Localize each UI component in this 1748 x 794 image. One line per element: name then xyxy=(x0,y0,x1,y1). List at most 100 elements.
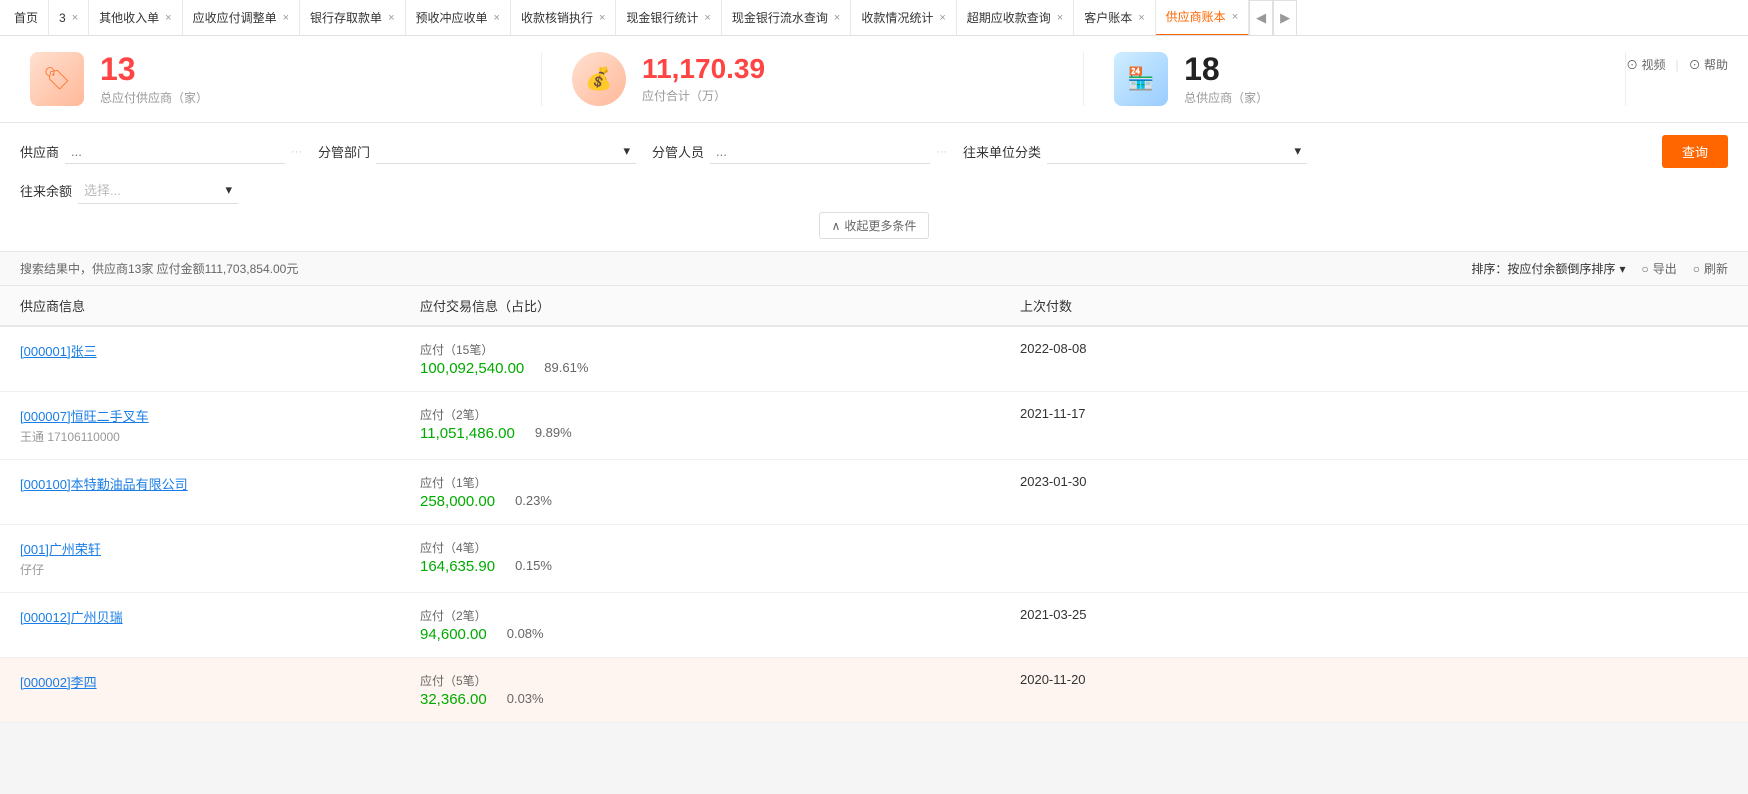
filter-row-2: 往来余额 选择... ▾ xyxy=(20,176,1728,204)
last-pay-date: 2023-01-30 xyxy=(1020,474,1087,489)
supplier-link[interactable]: [000002]李四 xyxy=(20,675,97,690)
person-label: 分管人员 xyxy=(652,142,704,161)
video-action[interactable]: ⊙ 视频 xyxy=(1626,56,1665,73)
nav-tab-cash-bank-stats[interactable]: 现金银行统计 × xyxy=(616,0,721,36)
tx-amount[interactable]: 94,600.00 xyxy=(420,626,487,643)
supplier-link[interactable]: [000001]张三 xyxy=(20,344,97,359)
table-row: [000012]广州贝瑞 应付（2笔） 94,600.00 0.08% 2021… xyxy=(0,593,1748,658)
last-pay-cell: 2023-01-30 xyxy=(1020,474,1728,489)
close-icon[interactable]: × xyxy=(834,12,840,24)
close-icon[interactable]: × xyxy=(165,12,171,24)
last-pay-date: 2021-11-17 xyxy=(1020,406,1086,421)
supplier-cell: [000002]李四 xyxy=(20,672,420,694)
tx-amount[interactable]: 164,635.90 xyxy=(420,558,495,575)
nav-tab-receipt[interactable]: 收款核销执行 × xyxy=(511,0,616,36)
close-icon[interactable]: × xyxy=(599,12,605,24)
tx-percent: 9.89% xyxy=(535,425,572,442)
supplier-input[interactable] xyxy=(65,140,285,164)
close-icon[interactable]: × xyxy=(72,12,78,24)
tx-amount[interactable]: 32,366.00 xyxy=(420,691,487,708)
nav-tab-overdue[interactable]: 超期应收款查询 × xyxy=(957,0,1074,36)
nav-tab-customer-ledger[interactable]: 客户账本 × xyxy=(1074,0,1155,36)
nav-tab-home[interactable]: 首页 xyxy=(4,0,49,36)
store-icon: 🏪 xyxy=(1114,52,1168,106)
balance-select[interactable]: 选择... ▾ xyxy=(78,176,238,204)
supplier-icon: 🏷 xyxy=(30,52,84,106)
nav-arrow-left[interactable]: ◀ xyxy=(1249,0,1273,36)
results-actions: 排序：按应付余额倒序排序 ▾ ○ 导出 ○ 刷新 xyxy=(1471,260,1728,277)
refresh-action[interactable]: ○ 刷新 xyxy=(1693,260,1728,277)
table-row: [001]广州荣轩 仔仔 应付（4笔） 164,635.90 0.15% xyxy=(0,525,1748,593)
filter-row-1: 供应商 ··· 分管部门 ▾ 分管人员 ··· 往来单位分类 ▾ 查询 xyxy=(20,135,1728,168)
last-pay-date: 2020-11-20 xyxy=(1020,672,1086,687)
summary-bar: 🏷 13 总应付供应商（家） 💰 11,170.39 应付合计（万） 🏪 18 … xyxy=(0,36,1748,123)
supplier-link[interactable]: [000007]恒旺二手叉车 xyxy=(20,409,149,424)
transaction-cell: 应付（1笔） 258,000.00 0.23% xyxy=(420,474,1020,510)
last-pay-date: 2022-08-08 xyxy=(1020,341,1087,356)
tx-amount[interactable]: 258,000.00 xyxy=(420,493,495,510)
nav-arrow-right[interactable]: ▶ xyxy=(1273,0,1297,36)
nav-tab-payment-stats[interactable]: 收款情况统计 × xyxy=(851,0,956,36)
supplier-cell: [000100]本特勤油品有限公司 xyxy=(20,474,420,496)
supplier-cell: [000001]张三 xyxy=(20,341,420,363)
supplier-cell: [001]广州荣轩 仔仔 xyxy=(20,539,420,578)
tx-percent: 0.15% xyxy=(515,558,552,575)
amount-icon: 💰 xyxy=(572,52,626,106)
nav-tab-supplier-ledger[interactable]: 供应商账本 × xyxy=(1156,0,1249,36)
dept-select[interactable]: ▾ xyxy=(376,139,636,164)
help-icon: ⊙ xyxy=(1689,58,1701,72)
collapse-button[interactable]: ∧ 收起更多条件 xyxy=(819,212,930,239)
balance-dropdown-icon: ▾ xyxy=(225,182,232,198)
tx-amount[interactable]: 11,051,486.00 xyxy=(420,425,515,442)
supplier-link[interactable]: [000100]本特勤油品有限公司 xyxy=(20,477,188,492)
tx-amount[interactable]: 100,092,540.00 xyxy=(420,360,524,377)
collapse-icon: ∧ xyxy=(832,219,841,233)
last-pay-cell: 2021-03-25 xyxy=(1020,607,1728,622)
transaction-cell: 应付（5笔） 32,366.00 0.03% xyxy=(420,672,1020,708)
close-icon[interactable]: × xyxy=(283,12,289,24)
nav-tab-cash-bank-flow[interactable]: 现金银行流水查询 × xyxy=(722,0,851,36)
header-last-pay: 上次付数 xyxy=(1020,296,1728,315)
tx-percent: 0.23% xyxy=(515,493,552,510)
payable-amount-number: 11,170.39 xyxy=(642,55,765,83)
tx-percent: 0.03% xyxy=(507,691,544,708)
category-select[interactable]: ▾ xyxy=(1047,139,1307,164)
top-right-actions: ⊙ 视频 | ⊙ 帮助 xyxy=(1626,52,1728,73)
export-action[interactable]: ○ 导出 xyxy=(1641,260,1676,277)
close-icon[interactable]: × xyxy=(1138,12,1144,24)
supplier-sub: 仔仔 xyxy=(20,561,420,578)
search-button[interactable]: 查询 xyxy=(1662,135,1728,168)
close-icon[interactable]: × xyxy=(1057,12,1063,24)
close-icon[interactable]: × xyxy=(1232,11,1238,23)
payable-amount-label: 应付合计（万） xyxy=(642,87,765,104)
category-label: 往来单位分类 xyxy=(963,142,1041,161)
supplier-label: 供应商 xyxy=(20,142,59,161)
supplier-cell: [000007]恒旺二手叉车 王通 17106110000 xyxy=(20,406,420,445)
supplier-link[interactable]: [001]广州荣轩 xyxy=(20,542,101,557)
last-pay-cell: 2021-11-17 xyxy=(1020,406,1728,421)
close-icon[interactable]: × xyxy=(704,12,710,24)
supplier-link[interactable]: [000012]广州贝瑞 xyxy=(20,610,123,625)
nav-tab-prepay[interactable]: 预收冲应收单 × xyxy=(406,0,511,36)
sort-select[interactable]: 排序：按应付余额倒序排序 ▾ xyxy=(1471,260,1625,277)
close-icon[interactable]: × xyxy=(494,12,500,24)
table-row: [000100]本特勤油品有限公司 应付（1笔） 258,000.00 0.23… xyxy=(0,460,1748,525)
nav-tab-bank-deposit[interactable]: 银行存取款单 × xyxy=(300,0,405,36)
summary-total-suppliers-content: 18 总供应商（家） xyxy=(1184,53,1268,106)
close-icon[interactable]: × xyxy=(939,12,945,24)
filter-balance: 往来余额 选择... ▾ xyxy=(20,176,238,204)
header-supplier: 供应商信息 xyxy=(20,296,420,315)
close-icon[interactable]: × xyxy=(388,12,394,24)
table-header: 供应商信息 应付交易信息（占比） 上次付数 xyxy=(0,286,1748,327)
filter-area: 供应商 ··· 分管部门 ▾ 分管人员 ··· 往来单位分类 ▾ 查询 往来 xyxy=(0,123,1748,252)
person-input[interactable] xyxy=(710,140,930,164)
nav-tab-3[interactable]: 3 × xyxy=(49,0,89,36)
nav-tab-other-income[interactable]: 其他收入单 × xyxy=(89,0,182,36)
divider: | xyxy=(1676,58,1679,72)
tx-row: 32,366.00 0.03% xyxy=(420,689,1020,708)
filter-person: 分管人员 ··· xyxy=(652,140,947,164)
balance-label: 往来余额 xyxy=(20,181,72,200)
help-action[interactable]: ⊙ 帮助 xyxy=(1689,56,1728,73)
filter-dept: 分管部门 ▾ xyxy=(318,139,636,164)
nav-tab-adjustment[interactable]: 应收应付调整单 × xyxy=(183,0,300,36)
